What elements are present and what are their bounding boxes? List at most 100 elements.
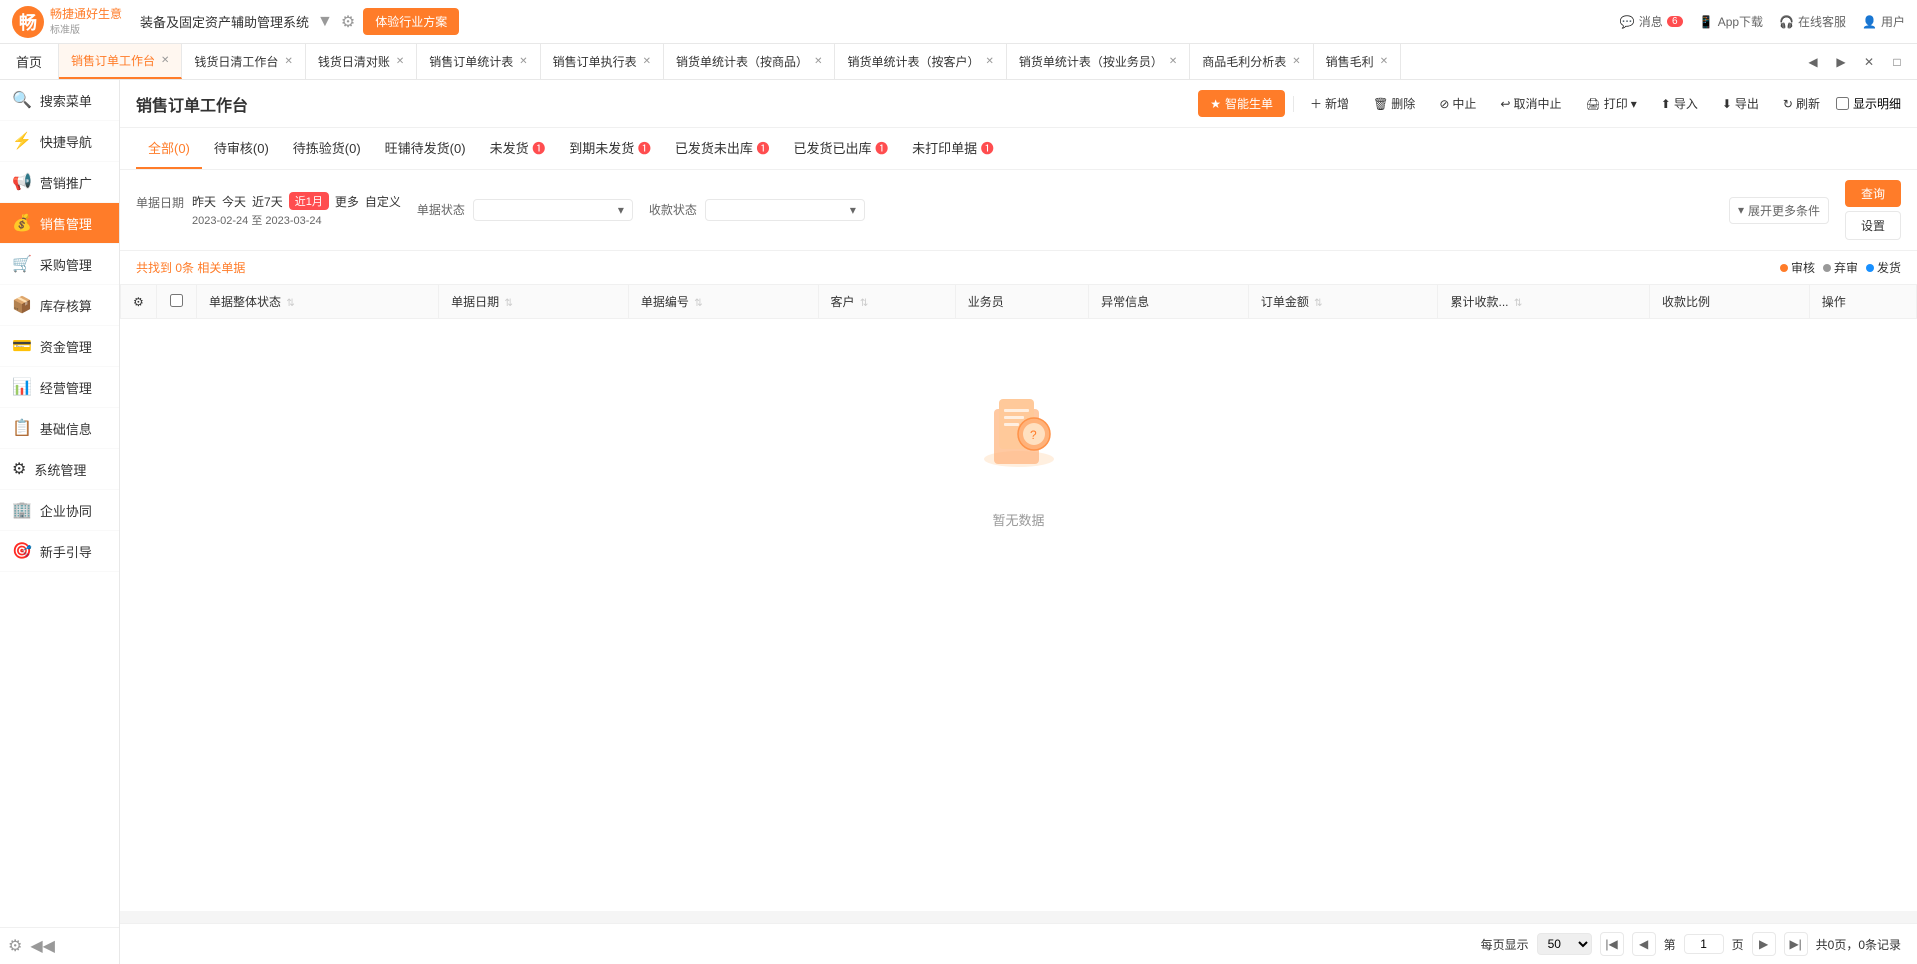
show-detail-label[interactable]: 显示明细 — [1836, 95, 1901, 112]
online-service-item[interactable]: 🎧 在线客服 — [1779, 13, 1846, 30]
import-btn[interactable]: ⬆ 导入 — [1653, 91, 1706, 116]
smart-create-btn[interactable]: ★ 智能生单 — [1198, 90, 1285, 117]
prev-page-btn[interactable]: ◀ — [1632, 932, 1656, 956]
sidebar-item-cooperation[interactable]: 🏢 企业协同 — [0, 490, 119, 531]
sidebar-item-marketing[interactable]: 📢 营销推广 — [0, 162, 119, 203]
tab-close-icon[interactable]: ✕ — [161, 55, 169, 66]
status-select[interactable]: ▾ — [473, 199, 633, 221]
filter-tab-pending-check[interactable]: 待拣验货(0) — [281, 128, 373, 169]
th-settings[interactable]: ⚙ — [121, 285, 157, 319]
tab-sales-order-workbench[interactable]: 销售订单工作台 ✕ — [59, 44, 182, 79]
filter-tab-shipped-not-out[interactable]: 已发货未出库 ❶ — [663, 128, 782, 169]
th-cumulative[interactable]: 累计收款... ⇅ — [1438, 285, 1650, 319]
tab-close-icon[interactable]: ✕ — [1169, 56, 1177, 67]
th-staff[interactable]: 业务员 — [955, 285, 1088, 319]
sidebar-item-search[interactable]: 🔍 搜索菜单 — [0, 80, 119, 121]
revoke-action-btn[interactable]: 弃审 — [1823, 259, 1858, 276]
sidebar-item-sales[interactable]: 💰 销售管理 — [0, 203, 119, 244]
filter-tab-unprinted[interactable]: 未打印单据 ❶ — [900, 128, 1006, 169]
th-date[interactable]: 单据日期 ⇅ — [439, 285, 629, 319]
message-item[interactable]: 💬 消息 6 — [1620, 13, 1683, 30]
tab-close-all[interactable]: ✕ — [1857, 50, 1881, 74]
trial-btn[interactable]: 体验行业方案 — [363, 8, 459, 35]
date-opt-today[interactable]: 今天 — [222, 193, 246, 210]
audit-action-btn[interactable]: 审核 — [1780, 259, 1815, 276]
filter-tab-unshipped[interactable]: 未发货 ❶ — [478, 128, 558, 169]
horizontal-scroll[interactable] — [120, 911, 1917, 923]
date-opt-yesterday[interactable]: 昨天 — [192, 193, 216, 210]
select-all-checkbox[interactable] — [170, 294, 183, 307]
tab-close-icon[interactable]: ✕ — [643, 56, 651, 67]
stop-btn[interactable]: ⊘ 中止 — [1431, 91, 1484, 116]
tab-close-icon[interactable]: ✕ — [519, 56, 527, 67]
add-btn[interactable]: ＋ 新增 — [1302, 91, 1357, 116]
delete-btn[interactable]: 🗑 删除 — [1365, 91, 1423, 116]
sidebar-item-operations[interactable]: 📊 经营管理 — [0, 367, 119, 408]
date-opt-7days[interactable]: 近7天 — [252, 193, 283, 210]
date-opt-custom[interactable]: 自定义 — [365, 193, 401, 210]
tab-sales-gross-profit[interactable]: 销售毛利 ✕ — [1314, 44, 1401, 79]
show-detail-checkbox[interactable] — [1836, 97, 1849, 110]
th-checkbox[interactable] — [157, 285, 197, 319]
tab-sales-order-stats[interactable]: 销售订单统计表 ✕ — [417, 44, 540, 79]
sidebar-item-finance[interactable]: 💳 资金管理 — [0, 326, 119, 367]
filter-tab-overdue-unshipped[interactable]: 到期未发货 ❶ — [557, 128, 663, 169]
user-item[interactable]: 👤 用户 — [1862, 13, 1905, 30]
filter-tab-all[interactable]: 全部(0) — [136, 128, 202, 169]
sidebar-collapse-icon[interactable]: ◀◀ — [30, 936, 55, 956]
filter-tab-wangpu-ship[interactable]: 旺铺待发货(0) — [373, 128, 478, 169]
ship-action-btn[interactable]: 发货 — [1866, 259, 1901, 276]
sidebar-item-purchase[interactable]: 🛒 采购管理 — [0, 244, 119, 285]
tab-daily-reconcile[interactable]: 钱货日清对账 ✕ — [306, 44, 417, 79]
sidebar-item-system[interactable]: ⚙ 系统管理 — [0, 449, 119, 490]
gear-icon[interactable]: ⚙ — [341, 12, 355, 32]
next-page-btn[interactable]: ▶ — [1752, 932, 1776, 956]
empty-row: ? 暂无数据 — [121, 319, 1917, 590]
query-btn[interactable]: 查询 — [1845, 180, 1901, 207]
cancel-stop-btn[interactable]: ↩ 取消中止 — [1492, 91, 1569, 116]
tab-gross-profit-analysis[interactable]: 商品毛利分析表 ✕ — [1190, 44, 1313, 79]
tab-scroll-right[interactable]: ▶ — [1829, 50, 1853, 74]
last-page-btn[interactable]: ▶| — [1784, 932, 1808, 956]
tab-maximize[interactable]: □ — [1885, 50, 1909, 74]
tab-sales-order-exec[interactable]: 销售订单执行表 ✕ — [541, 44, 664, 79]
page-number-input[interactable] — [1684, 934, 1724, 954]
sidebar-item-basic-info[interactable]: 📋 基础信息 — [0, 408, 119, 449]
filter-tab-shipped-out[interactable]: 已发货已出库 ❶ — [781, 128, 900, 169]
search-icon: 🔍 — [12, 90, 32, 110]
tab-close-icon[interactable]: ✕ — [396, 56, 404, 67]
tab-close-icon[interactable]: ✕ — [1380, 56, 1388, 67]
print-btn[interactable]: 🖨 打印 ▾ — [1577, 91, 1644, 116]
date-opt-more[interactable]: 更多 — [335, 193, 359, 210]
export-btn[interactable]: ⬇ 导出 — [1714, 91, 1767, 116]
refresh-btn[interactable]: ↻ 刷新 — [1775, 91, 1828, 116]
th-amount[interactable]: 订单金额 ⇅ — [1248, 285, 1438, 319]
tab-daily-clear-workbench[interactable]: 钱货日清工作台 ✕ — [182, 44, 305, 79]
date-opt-1month[interactable]: 近1月 — [289, 192, 329, 210]
sidebar-cooperation-label: 企业协同 — [40, 501, 92, 520]
tab-close-icon[interactable]: ✕ — [284, 56, 292, 67]
tab-close-icon[interactable]: ✕ — [1292, 56, 1300, 67]
per-page-select[interactable]: 50 100 200 — [1537, 933, 1592, 955]
first-page-btn[interactable]: |◀ — [1600, 932, 1624, 956]
sidebar-settings-icon[interactable]: ⚙ — [8, 936, 22, 956]
sidebar-quicknav-label: 快捷导航 — [40, 132, 92, 151]
app-download-item[interactable]: 📱 App下载 — [1699, 13, 1763, 30]
payment-select[interactable]: ▾ — [705, 199, 865, 221]
tab-home[interactable]: 首页 — [0, 44, 59, 79]
th-customer[interactable]: 客户 ⇅ — [818, 285, 955, 319]
set-btn[interactable]: 设置 — [1845, 211, 1901, 240]
sidebar-item-guide[interactable]: 🎯 新手引导 — [0, 531, 119, 572]
sidebar-item-inventory[interactable]: 📦 库存核算 — [0, 285, 119, 326]
tab-sales-by-staff[interactable]: 销货单统计表（按业务员） ✕ — [1007, 44, 1190, 79]
expand-conditions-btn[interactable]: ▾ 展开更多条件 — [1729, 197, 1829, 224]
tab-sales-by-product[interactable]: 销货单统计表（按商品） ✕ — [664, 44, 835, 79]
sidebar-item-quicknav[interactable]: ⚡ 快捷导航 — [0, 121, 119, 162]
tab-close-icon[interactable]: ✕ — [985, 56, 993, 67]
tab-close-icon[interactable]: ✕ — [814, 56, 822, 67]
th-number[interactable]: 单据编号 ⇅ — [628, 285, 818, 319]
filter-tab-pending-audit[interactable]: 待审核(0) — [202, 128, 281, 169]
settings-icon[interactable]: ▼ — [317, 13, 333, 31]
tab-sales-by-customer[interactable]: 销货单统计表（按客户） ✕ — [835, 44, 1006, 79]
tab-scroll-left[interactable]: ◀ — [1801, 50, 1825, 74]
